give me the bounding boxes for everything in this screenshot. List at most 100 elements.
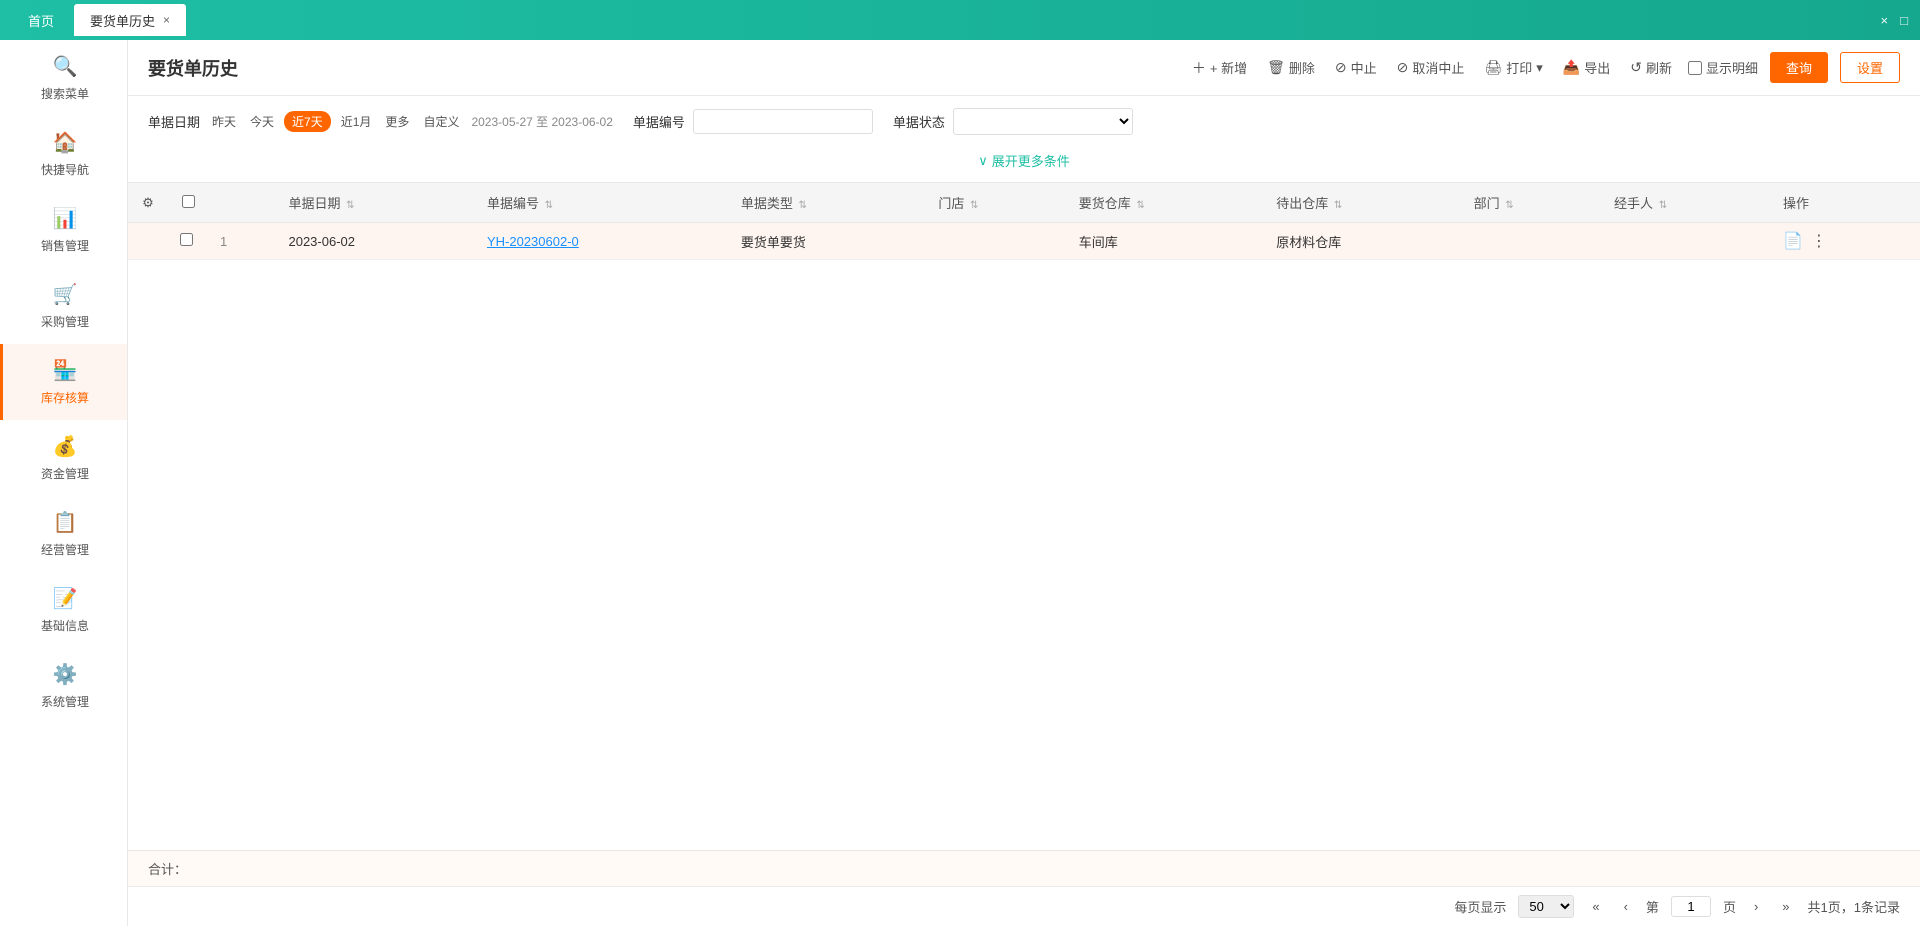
window-max-icon[interactable]: □: [1900, 13, 1908, 28]
col-store: 门店 ⇅: [926, 183, 1066, 223]
export-label: 导出: [1584, 58, 1610, 77]
table-footer: 合计：: [128, 850, 1920, 886]
export-icon: 📤: [1563, 59, 1580, 76]
setting-button[interactable]: 设置: [1840, 52, 1900, 83]
filter-status: 单据状态: [893, 108, 1133, 135]
col-date-label: 单据日期: [288, 196, 340, 211]
doctype-sort-icon[interactable]: ⇅: [799, 200, 807, 211]
query-button[interactable]: 查询: [1770, 52, 1828, 83]
page-number-input[interactable]: [1671, 896, 1711, 917]
row-checkbox-cell: [168, 223, 208, 260]
last-page-button[interactable]: »: [1776, 897, 1795, 916]
row-settings-cell: [128, 223, 168, 260]
row-docno-link[interactable]: YH-20230602-0: [487, 234, 579, 249]
content-area: 要货单历史 ＋ + 新增 🗑 删除 ⊘ 中止 ⊘ 取消中止: [128, 40, 1920, 926]
finance-icon: 💰: [53, 434, 78, 459]
delete-label: 删除: [1289, 58, 1315, 77]
purchase-icon: 🛒: [53, 282, 78, 307]
row-view-button[interactable]: 📄: [1783, 231, 1803, 251]
toolbar: ＋ + 新增 🗑 删除 ⊘ 中止 ⊘ 取消中止 🖨 打印: [1188, 52, 1900, 83]
refresh-label: 刷新: [1646, 58, 1672, 77]
shortcut-yesterday[interactable]: 昨天: [208, 111, 240, 132]
status-select[interactable]: [953, 108, 1133, 135]
dept-sort-icon[interactable]: ⇅: [1505, 200, 1513, 211]
pendingwh-sort-icon[interactable]: ⇅: [1334, 200, 1342, 211]
tab-home[interactable]: 首页: [12, 4, 70, 36]
row-store-cell: [926, 223, 1066, 260]
window-close-icon[interactable]: ×: [1881, 13, 1889, 28]
new-label: + 新增: [1210, 58, 1247, 77]
cancel-suspend-button[interactable]: ⊘ 取消中止: [1393, 56, 1469, 79]
shortcut-more[interactable]: 更多: [381, 111, 413, 132]
refresh-button[interactable]: ↺ 刷新: [1626, 56, 1676, 79]
reqwh-sort-icon[interactable]: ⇅: [1136, 200, 1144, 211]
store-sort-icon[interactable]: ⇅: [970, 200, 978, 211]
print-button[interactable]: 🖨 打印 ▾: [1480, 56, 1546, 79]
tab-active[interactable]: 要货单历史 ×: [74, 4, 186, 36]
col-docno-label: 单据编号: [487, 196, 539, 211]
per-page-select[interactable]: 50 100: [1518, 895, 1574, 918]
sidebar-item-search[interactable]: 🔍 搜索菜单: [0, 40, 127, 116]
page-unit: 页: [1723, 897, 1736, 916]
prev-page-button[interactable]: ‹: [1618, 897, 1634, 916]
docno-input[interactable]: [693, 109, 873, 134]
shortcut-7days[interactable]: 近7天: [284, 111, 331, 132]
new-icon: ＋: [1192, 58, 1206, 78]
suspend-button[interactable]: ⊘ 中止: [1331, 56, 1381, 79]
export-button[interactable]: 📤 导出: [1559, 56, 1614, 79]
sidebar: 🔍 搜索菜单 🏠 快捷导航 📊 销售管理 🛒 采购管理 🏪 库存核算 💰 资金管…: [0, 40, 128, 926]
sidebar-item-inventory[interactable]: 🏪 库存核算: [0, 344, 127, 420]
date-sort-icon[interactable]: ⇅: [346, 200, 354, 211]
shortcut-today[interactable]: 今天: [246, 111, 278, 132]
table-header-row: ⚙ 单据日期 ⇅ 单据编号 ⇅: [128, 183, 1920, 223]
date-range-display: 2023-05-27 至 2023-06-02: [471, 113, 612, 130]
sidebar-item-system[interactable]: ⚙️ 系统管理: [0, 648, 127, 724]
sidebar-item-purchase[interactable]: 🛒 采购管理: [0, 268, 127, 344]
col-department: 部门 ⇅: [1462, 183, 1602, 223]
data-table: ⚙ 单据日期 ⇅ 单据编号 ⇅: [128, 183, 1920, 260]
print-icon: 🖨: [1484, 59, 1502, 76]
next-page-button[interactable]: ›: [1748, 897, 1764, 916]
show-detail-checkbox[interactable]: [1688, 61, 1702, 75]
col-department-label: 部门: [1474, 196, 1500, 211]
sidebar-item-sales-label: 销售管理: [41, 237, 89, 254]
col-docno: 单据编号 ⇅: [475, 183, 729, 223]
sidebar-item-quicknav[interactable]: 🏠 快捷导航: [0, 116, 127, 192]
row-action-cell: 📄 ⋮: [1771, 223, 1920, 260]
close-tab-icon[interactable]: ×: [163, 13, 170, 27]
top-bar: 首页 要货单历史 × × □: [0, 0, 1920, 40]
row-dept-cell: [1462, 223, 1602, 260]
show-detail-toggle[interactable]: 显示明细: [1688, 58, 1758, 77]
select-all-checkbox[interactable]: [182, 195, 195, 208]
action-buttons: 📄 ⋮: [1783, 231, 1908, 251]
sidebar-item-operations[interactable]: 📋 经营管理: [0, 496, 127, 572]
handler-sort-icon[interactable]: ⇅: [1659, 200, 1667, 211]
sidebar-item-basicinfo[interactable]: 📝 基础信息: [0, 572, 127, 648]
row-docno-cell: YH-20230602-0: [475, 223, 729, 260]
sidebar-item-sales[interactable]: 📊 销售管理: [0, 192, 127, 268]
delete-button[interactable]: 🗑 删除: [1263, 56, 1319, 79]
col-settings[interactable]: ⚙: [128, 183, 168, 223]
date-shortcuts: 昨天 今天 近7天 近1月 更多 自定义: [208, 111, 463, 132]
col-store-label: 门店: [938, 196, 964, 211]
shortcut-custom[interactable]: 自定义: [419, 111, 463, 132]
row-num-cell: 1: [208, 223, 276, 260]
expand-button[interactable]: ∨ 展开更多条件: [978, 151, 1070, 170]
new-button[interactable]: ＋ + 新增: [1188, 56, 1251, 80]
sidebar-item-finance[interactable]: 💰 资金管理: [0, 420, 127, 496]
filter-row-1: 单据日期 昨天 今天 近7天 近1月 更多 自定义 2023-05-27 至 2…: [148, 108, 1900, 135]
search-menu-icon: 🔍: [53, 54, 78, 79]
pagination-bar: 每页显示 50 100 « ‹ 第 页 › » 共1页，1条记录: [128, 886, 1920, 926]
table-area: ⚙ 单据日期 ⇅ 单据编号 ⇅: [128, 183, 1920, 850]
filter-row-2: ∨ 展开更多条件: [148, 143, 1900, 170]
page-header: 要货单历史 ＋ + 新增 🗑 删除 ⊘ 中止 ⊘ 取消中止: [128, 40, 1920, 96]
first-page-button[interactable]: «: [1586, 897, 1605, 916]
shortcut-1month[interactable]: 近1月: [337, 111, 376, 132]
date-label: 单据日期: [148, 112, 200, 131]
sales-icon: 📊: [53, 206, 78, 231]
quicknav-icon: 🏠: [53, 130, 78, 155]
row-more-button[interactable]: ⋮: [1811, 231, 1827, 251]
row-checkbox[interactable]: [180, 233, 193, 246]
docno-sort-icon[interactable]: ⇅: [545, 200, 553, 211]
row-pendingwh-cell: 原材料仓库: [1264, 223, 1461, 260]
